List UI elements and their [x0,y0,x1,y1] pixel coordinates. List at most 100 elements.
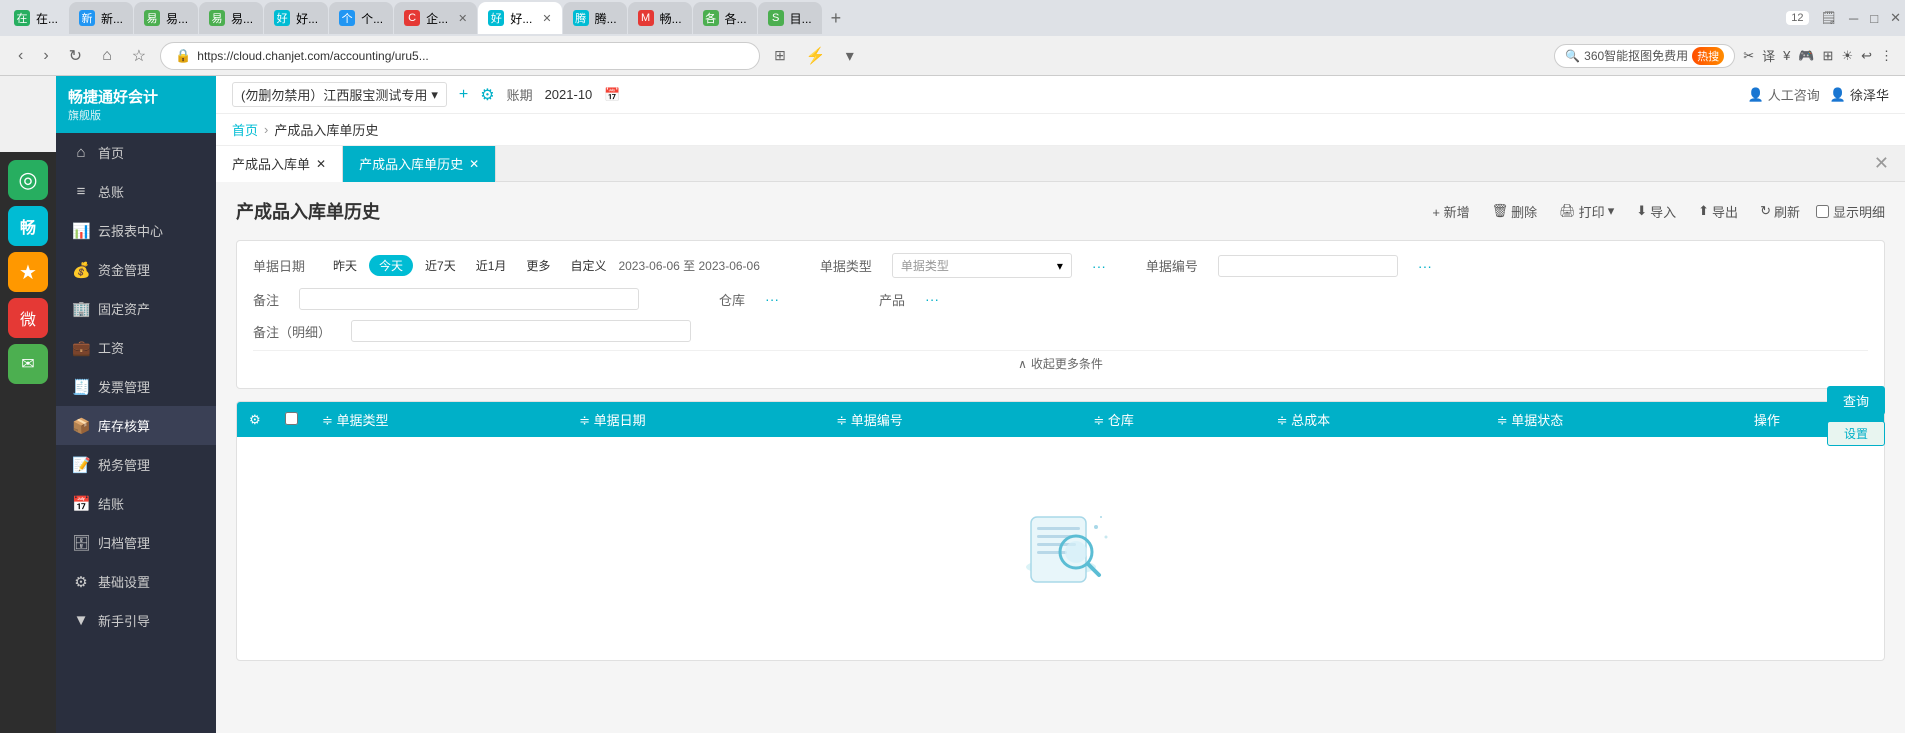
nav-item-settings[interactable]: ⚙ 基础设置 [56,562,216,601]
delete-button[interactable]: 🗑 删除 [1486,199,1544,224]
currency-icon[interactable]: ¥ [1783,48,1790,63]
th-cost[interactable]: ≑ 总成本 [1265,402,1485,437]
tab-history-close-icon[interactable]: ✕ [469,157,479,171]
nav-item-archive[interactable]: 🗄 归档管理 [56,523,216,562]
browser-tab-2[interactable]: 新 新... [69,2,133,34]
calendar-icon[interactable]: 📅 [604,87,620,103]
settings-button[interactable]: 设置 [1827,421,1885,446]
new-tab-button[interactable]: + [823,8,850,29]
th-number[interactable]: ≑ 单据编号 [824,402,1081,437]
th-type[interactable]: ≑ 单据类型 [310,402,567,437]
company-settings-button[interactable]: ⚙ [480,85,494,105]
query-button[interactable]: 查询 [1827,386,1885,415]
browser-tab-10[interactable]: M 畅... [628,2,692,34]
browser-tab-1[interactable]: 在 在... [4,2,68,34]
maximize-icon[interactable]: □ [1870,11,1878,26]
export-button[interactable]: ⬆ 导出 [1692,199,1744,224]
browser-tab-3[interactable]: 易 易... [134,2,198,34]
game-icon[interactable]: 🎮 [1798,48,1814,64]
product-more-icon[interactable]: ··· [925,291,939,307]
browser-tab-12[interactable]: S 目... [758,2,822,34]
minimize-icon[interactable]: ─ [1849,11,1858,26]
refresh-button[interactable]: ↻ [63,42,88,70]
translate-icon[interactable]: 译 [1762,46,1775,65]
nav-item-home[interactable]: ⌂ 首页 [56,133,216,172]
warehouse-more-icon[interactable]: ··· [765,291,779,307]
user-avatar[interactable]: 👤 徐泽华 [1830,85,1889,104]
dropdown-button[interactable]: ▾ [840,42,860,70]
nav-item-salary[interactable]: 💼 工资 [56,328,216,367]
app-icon-weibo[interactable]: 微 [8,298,48,338]
browser-tab-8[interactable]: 好 好... ✕ [478,2,561,34]
company-selector[interactable]: (勿删勿禁用）江西服宝测试专用 ▾ [232,82,447,107]
cut-icon[interactable]: ✂ [1743,48,1754,64]
th-check[interactable] [273,402,310,437]
browser-tab-9[interactable]: 腾 腾... [563,2,627,34]
type-selector[interactable]: 单据类型 ▾ [892,253,1072,278]
nav-item-invoice[interactable]: 🧾 发票管理 [56,367,216,406]
close-window-icon[interactable]: ✕ [1890,10,1901,26]
date-opt-1month[interactable]: 近1月 [468,255,515,276]
app-icon-main[interactable]: ◎ [8,160,48,200]
nav-item-checkout[interactable]: 📅 结账 [56,484,216,523]
date-opt-today[interactable]: 今天 [369,255,413,276]
refresh-button[interactable]: ↻ 刷新 [1754,199,1806,224]
import-button[interactable]: ⬇ 导入 [1630,199,1682,224]
undo-icon[interactable]: ↩ [1861,48,1872,64]
back-button[interactable]: ‹ [12,43,29,69]
restore-window-icon[interactable]: 🗒 [1821,10,1838,26]
grid-icon[interactable]: ⊞ [1823,48,1834,64]
close-tab-7-icon[interactable]: ✕ [458,12,467,25]
browser-tab-6[interactable]: 个 个... [329,2,393,34]
show-detail-input[interactable] [1816,205,1829,218]
tab-history[interactable]: 产成品入库单历史 ✕ [343,146,496,182]
nav-item-guide[interactable]: ▼ 新手引导 [56,601,216,640]
tab-list[interactable]: 产成品入库单 ✕ [216,146,343,182]
th-warehouse[interactable]: ≑ 仓库 [1081,402,1264,437]
close-tab-8-icon[interactable]: ✕ [542,12,551,25]
date-opt-7days[interactable]: 近7天 [417,255,464,276]
note-input[interactable] [299,288,639,310]
home-button[interactable]: ⌂ [96,43,118,69]
search-box-360[interactable]: 🔍 360智能抠图免费用 热搜 [1554,44,1735,68]
browser-tab-4[interactable]: 易 易... [199,2,263,34]
collapse-button[interactable]: ∧ 收起更多条件 [1018,355,1103,372]
number-more-icon[interactable]: ··· [1418,258,1432,274]
nav-item-ledger[interactable]: ≡ 总账 [56,172,216,211]
browser-tab-5[interactable]: 好 好... [264,2,328,34]
print-button[interactable]: 🖨 打印 ▾ [1553,199,1620,224]
nav-item-tax[interactable]: 📝 税务管理 [56,445,216,484]
new-button[interactable]: + 新增 [1426,199,1475,224]
app-icon-email[interactable]: ✉ [8,344,48,384]
nav-item-assets[interactable]: 🏢 固定资产 [56,289,216,328]
add-company-button[interactable]: + [459,86,468,104]
app-icon-chanjet[interactable]: 畅 [8,206,48,246]
th-settings[interactable]: ⚙ [237,402,273,437]
nav-item-funds[interactable]: 💰 资金管理 [56,250,216,289]
date-opt-more[interactable]: 更多 [518,255,558,276]
select-all-checkbox[interactable] [285,412,298,425]
browser-tab-11[interactable]: 各 各... [693,2,757,34]
browser-tab-7[interactable]: C 企... ✕ [394,2,477,34]
theme-icon[interactable]: ☀ [1841,48,1853,64]
number-input[interactable] [1218,255,1398,277]
period-value[interactable]: 2021-10 [545,87,593,102]
type-more-icon[interactable]: ··· [1092,258,1106,274]
lightning-button[interactable]: ⚡ [800,42,832,70]
show-detail-checkbox[interactable]: 显示明细 [1816,202,1885,221]
app-icon-star[interactable]: ★ [8,252,48,292]
nav-item-inventory[interactable]: 📦 库存核算 [56,406,216,445]
close-page-icon[interactable]: ✕ [1874,153,1905,174]
address-input[interactable]: 🔒 https://cloud.chanjet.com/accounting/u… [160,42,760,70]
bookmark-button[interactable]: ☆ [126,42,152,70]
forward-button[interactable]: › [37,43,54,69]
tab-list-close-icon[interactable]: ✕ [316,157,326,171]
breadcrumb-home[interactable]: 首页 [232,120,258,139]
date-opt-yesterday[interactable]: 昨天 [325,255,365,276]
extensions-button[interactable]: ⊞ [768,43,792,68]
th-date[interactable]: ≑ 单据日期 [567,402,824,437]
th-status[interactable]: ≑ 单据状态 [1485,402,1742,437]
note-detail-input[interactable] [351,320,691,342]
nav-item-reports[interactable]: 📊 云报表中心 [56,211,216,250]
settings-dots-icon[interactable]: ⋮ [1880,48,1893,64]
